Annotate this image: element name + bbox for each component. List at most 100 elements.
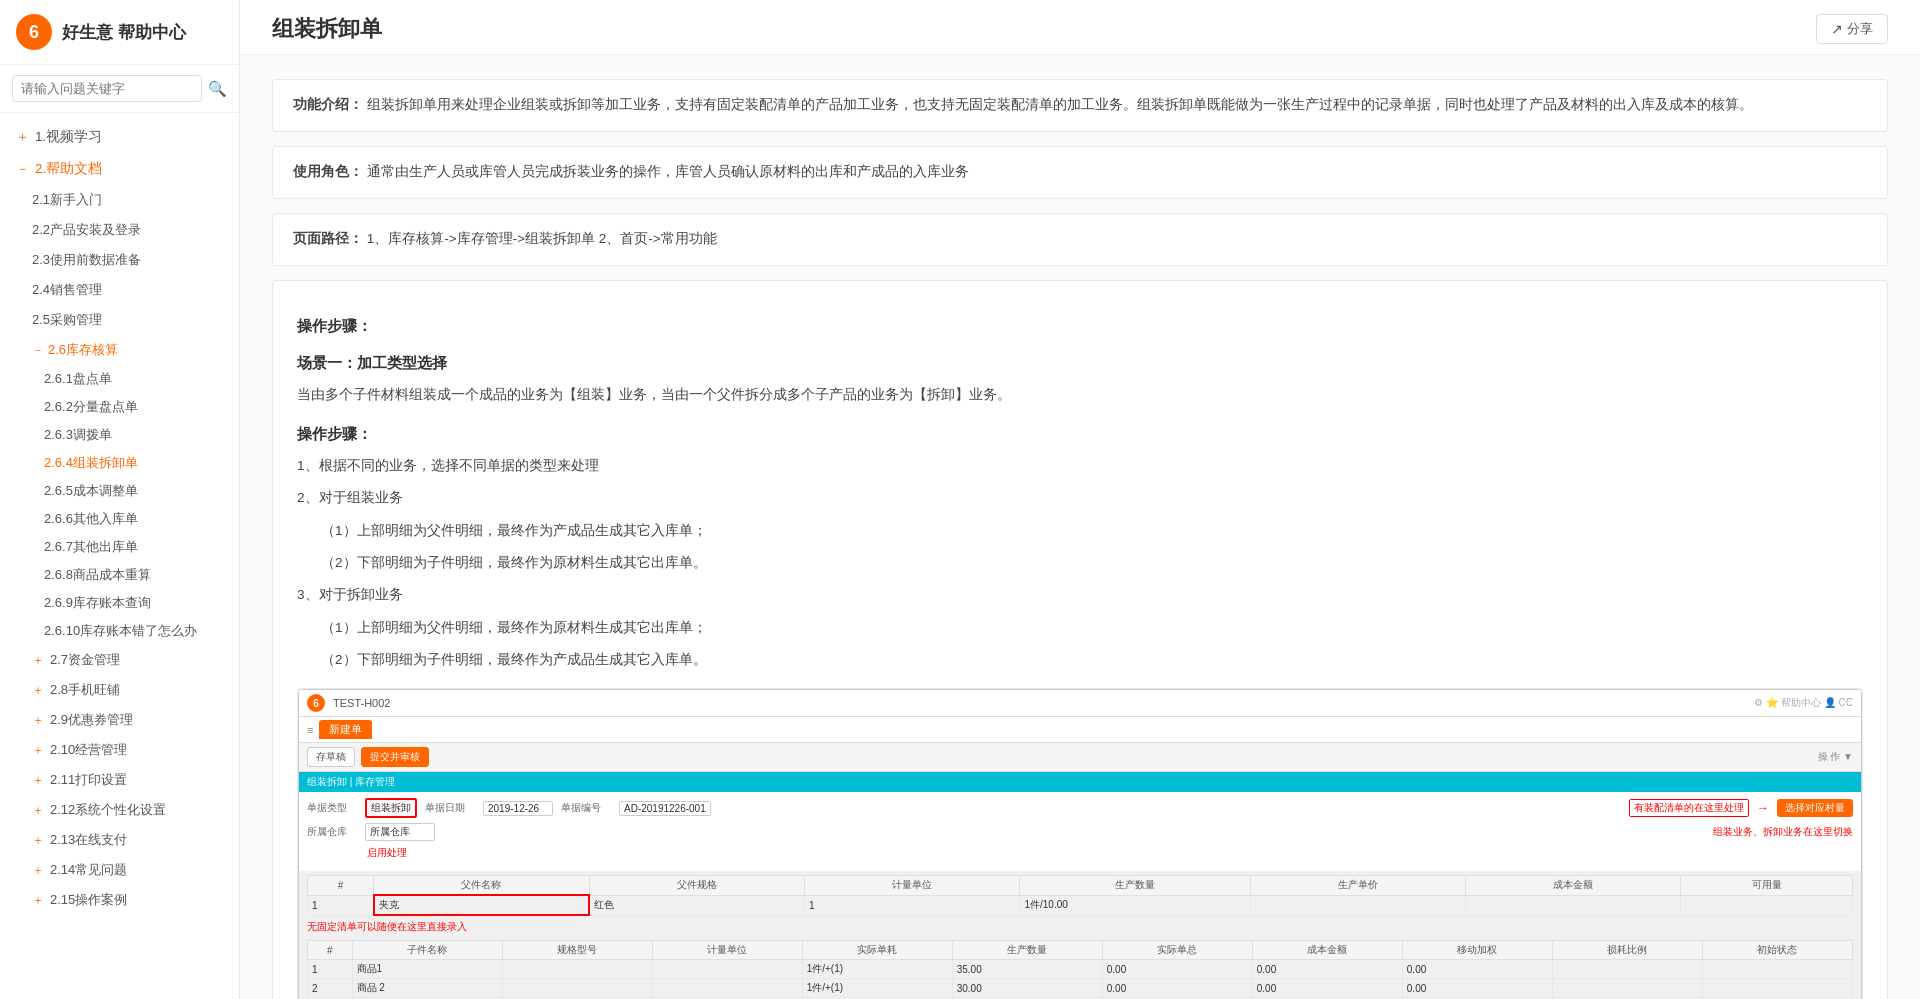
sidebar-sub-label: 2.12系统个性化设置 [50,801,166,819]
sidebar-item-partial-stocktake[interactable]: 2.6.2分量盘点单 [0,393,239,421]
sidebar-search-bar[interactable]: 🔍 [0,65,239,113]
sidebar-item-assembly[interactable]: 2.6.4组装拆卸单 [0,449,239,477]
sidebar-sub-label: 2.7资金管理 [50,651,120,669]
intro-label: 功能介绍： [293,97,363,112]
sidebar-nav: ＋ 1.视频学习 － 2.帮助文档 2.1新手入门 2.2产品安装及登录 2.3… [0,113,239,999]
fs-upper-table-area: # 父件名称 父件规格 计量单位 生产数量 生产单价 成本金额 可用量 [299,875,1861,920]
sidebar-item-stocktake[interactable]: 2.6.1盘点单 [0,365,239,393]
fs-lth-unit: 计量单位 [652,941,802,960]
search-input[interactable] [12,75,202,102]
expand-icon: ＋ [32,652,44,669]
fs-no-input[interactable]: AD-20191226-001 [619,801,711,816]
sidebar-sub-label: 2.11打印设置 [50,771,127,789]
sidebar-item-label: 2.帮助文档 [35,160,102,178]
expand-icon: ＋ [32,712,44,729]
expand-icon: ＋ [32,772,44,789]
sidebar-item-inventory[interactable]: － 2.6库存核算 [0,335,239,365]
main-content-area: 组装拆卸单 ↗ 分享 功能介绍： 组装拆卸单用来处理企业组装或拆卸等加工业务，支… [240,0,1920,999]
screenshot-container: 6 TEST-H002 ⚙ ⭐ 帮助中心 👤 CC ≡ 新建单 存草稿 [297,688,1863,999]
fs-lth-weight: 移动加权 [1402,941,1552,960]
fs-annotation5-area: 无固定清单可以随便在这里直接录入 [299,920,1861,936]
sidebar-item-newbie[interactable]: 2.1新手入门 [0,185,239,215]
fs-lth-single-use: 实际单耗 [802,941,952,960]
collapse-icon: － [32,342,44,359]
sidebar-item-other-out[interactable]: 2.6.7其他出库单 [0,533,239,561]
sidebar-item-ledger-query[interactable]: 2.6.9库存账本查询 [0,589,239,617]
ops-title: 操作步骤： [297,317,1863,336]
sidebar-item-payment[interactable]: ＋ 2.13在线支付 [0,825,239,855]
sidebar-item-coupon[interactable]: ＋ 2.9优惠券管理 [0,705,239,735]
fs-td-num: 1 [308,895,374,915]
role-label: 使用角色： [293,164,363,179]
sidebar-item-data-prep[interactable]: 2.3使用前数据准备 [0,245,239,275]
expand-icon: ＋ [16,128,29,146]
fs-th-parent-spec: 父件规格 [589,876,804,896]
main-header: 组装拆卸单 ↗ 分享 [240,0,1920,55]
annotation4-text: 启用处理 [367,846,407,860]
step3-1: （1）上部明细为父件明细，最终作为原材料生成其它出库单； [297,616,1863,640]
sidebar-item-faq[interactable]: ＋ 2.14常见问题 [0,855,239,885]
sidebar-sub-label: 2.6库存核算 [48,341,118,359]
sidebar-item-personalize[interactable]: ＋ 2.12系统个性化设置 [0,795,239,825]
fs-btn-submit[interactable]: 提交并审核 [361,747,429,767]
sidebar-item-ledger-fix[interactable]: 2.6.10库存账本错了怎么办 [0,617,239,645]
fs-th-parent-name: 父件名称 [374,876,589,896]
fs-btn-select[interactable]: 选择对应村量 [1777,799,1853,817]
fs-annotation-row: 启用处理 [307,846,1853,860]
sidebar-item-transfer[interactable]: 2.6.3调拨单 [0,421,239,449]
sidebar-sub-label: 2.8手机旺铺 [50,681,120,699]
fs-form-row2: 所属仓库 所属仓库 组装业务、拆卸业务在这里切换 [307,823,1853,841]
fs-lth-child-name: 子件名称 [352,941,502,960]
fs-date-input[interactable]: 2019-12-26 [483,801,553,816]
sidebar-sub-label: 2.10经营管理 [50,741,127,759]
sidebar-sub-label: 2.14常见问题 [50,861,127,879]
fs-td-cost [1466,895,1681,915]
sidebar-item-finance[interactable]: ＋ 2.7资金管理 [0,645,239,675]
fs-tabbar: ≡ 新建单 [299,717,1861,743]
fs-sidebar-icon: ≡ [307,724,313,736]
fs-upper-table: # 父件名称 父件规格 计量单位 生产数量 生产单价 成本金额 可用量 [307,875,1853,916]
path-label: 页面路径： [293,231,363,246]
fs-type-input[interactable]: 组装拆卸 [365,798,417,818]
fs-warehouse-input[interactable]: 所属仓库 [365,823,435,841]
sidebar-item-print[interactable]: ＋ 2.11打印设置 [0,765,239,795]
fs-td-unit: 1 [805,895,1020,915]
sidebar-item-cost-adjust[interactable]: 2.6.5成本调整单 [0,477,239,505]
sidebar: 6 好生意 帮助中心 🔍 ＋ 1.视频学习 － 2.帮助文档 2.1新手入门 2… [0,0,240,999]
sidebar-item-cost-recalc[interactable]: 2.6.8商品成本重算 [0,561,239,589]
annotation3-text: 组装业务、拆卸业务在这里切换 [1713,825,1853,839]
share-button[interactable]: ↗ 分享 [1816,14,1888,44]
fs-lth-total-use: 实际单总 [1102,941,1252,960]
steps-block: 操作步骤： 场景一：加工类型选择 当由多个子件材料组装成一个成品的业务为【组装】… [272,280,1888,999]
fs-th-cost: 成本金额 [1466,876,1681,896]
fs-btn-draft[interactable]: 存草稿 [307,747,355,767]
sidebar-item-sales[interactable]: 2.4销售管理 [0,275,239,305]
table-row: 1 夹克 红色 1 1件/10.00 [308,895,1853,915]
share-icon: ↗ [1831,21,1843,37]
sidebar-item-mobile[interactable]: ＋ 2.8手机旺铺 [0,675,239,705]
fake-screenshot: 6 TEST-H002 ⚙ ⭐ 帮助中心 👤 CC ≡ 新建单 存草稿 [298,689,1862,999]
sidebar-item-docs[interactable]: － 2.帮助文档 [0,153,239,185]
sidebar-item-video[interactable]: ＋ 1.视频学习 [0,121,239,153]
sidebar-item-other-in[interactable]: 2.6.6其他入库单 [0,505,239,533]
step3: 3、对于拆卸业务 [297,583,1863,607]
fs-active-tab[interactable]: 新建单 [319,720,372,739]
fs-topbar-icons: ⚙ ⭐ 帮助中心 👤 CC [1754,696,1853,710]
intro-box: 功能介绍： 组装拆卸单用来处理企业组装或拆卸等加工业务，支持有固定装配清单的产品… [272,79,1888,132]
share-label: 分享 [1847,20,1873,38]
sidebar-item-ops[interactable]: ＋ 2.10经营管理 [0,735,239,765]
fs-no-label: 单据编号 [561,801,611,815]
sidebar-item-install[interactable]: 2.2产品安装及登录 [0,215,239,245]
sidebar-sub-label: 2.9优惠券管理 [50,711,133,729]
fs-td-spec: 红色 [589,895,804,915]
expand-icon: ＋ [32,862,44,879]
expand-icon: ＋ [32,802,44,819]
sidebar-item-purchase[interactable]: 2.5采购管理 [0,305,239,335]
path-box: 页面路径： 1、库存核算->库存管理->组装拆卸单 2、首页->常用功能 [272,213,1888,266]
fs-toolbar: 存草稿 提交并审核 操 作 ▼ [299,743,1861,772]
sidebar-item-cases[interactable]: ＋ 2.15操作案例 [0,885,239,915]
fs-lth-prod-qty: 生产数量 [952,941,1102,960]
annotation-arrow1: → [1757,801,1769,815]
sidebar-item-label: 1.视频学习 [35,128,102,146]
search-icon[interactable]: 🔍 [208,80,227,98]
